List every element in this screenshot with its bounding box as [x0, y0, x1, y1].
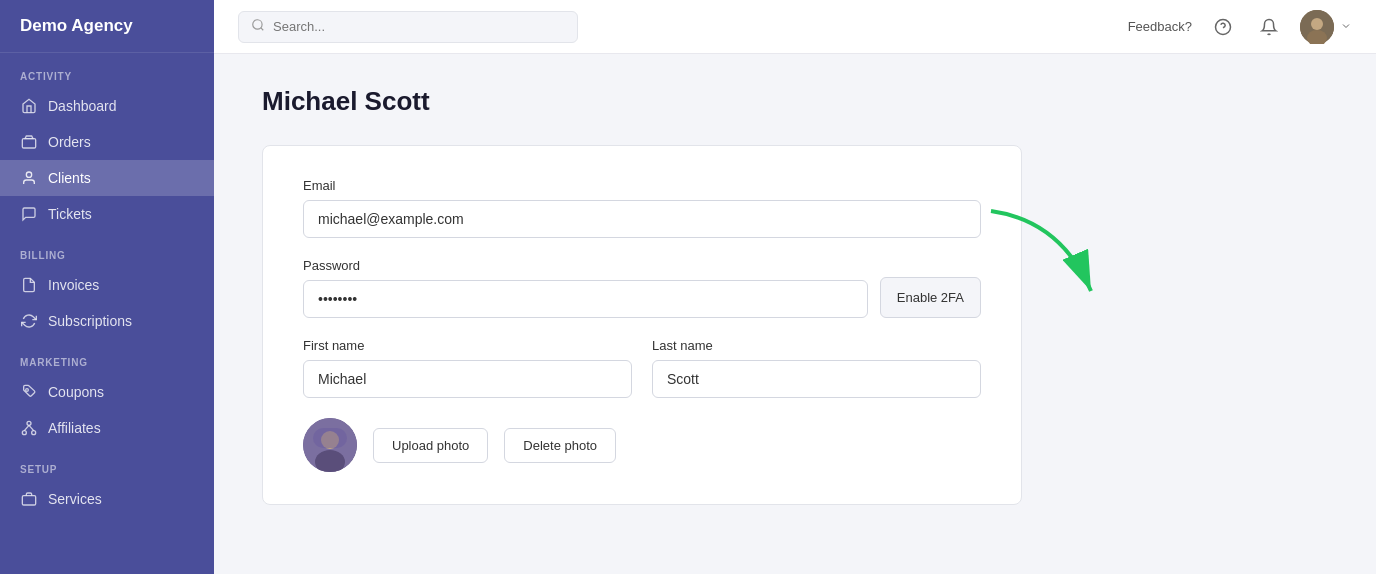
form-card: Email Password Enable 2FA First name Las…	[262, 145, 1022, 505]
sidebar-label-orders: Orders	[48, 134, 91, 150]
chat-icon	[20, 205, 38, 223]
svg-line-9	[261, 27, 264, 30]
email-group: Email	[303, 178, 981, 238]
section-marketing: MARKETING	[0, 339, 214, 374]
sidebar-item-tickets[interactable]: Tickets	[0, 196, 214, 232]
sidebar-label-clients: Clients	[48, 170, 91, 186]
first-name-field[interactable]	[303, 360, 632, 398]
search-icon	[251, 18, 265, 36]
profile-photo-avatar	[303, 418, 357, 472]
last-name-field[interactable]	[652, 360, 981, 398]
feedback-link[interactable]: Feedback?	[1128, 19, 1192, 34]
sidebar-item-services[interactable]: Services	[0, 481, 214, 517]
svg-point-2	[27, 421, 31, 425]
green-arrow-annotation	[981, 201, 1111, 321]
svg-point-1	[26, 389, 29, 392]
doc-icon	[20, 276, 38, 294]
brand-name: Demo Agency	[0, 0, 214, 53]
svg-point-4	[32, 431, 36, 435]
svg-rect-18	[313, 428, 347, 448]
topbar-right: Feedback?	[1128, 10, 1352, 44]
svg-rect-7	[22, 496, 35, 505]
page-title: Michael Scott	[262, 86, 1328, 117]
sidebar-label-coupons: Coupons	[48, 384, 104, 400]
user-avatar-menu[interactable]	[1300, 10, 1352, 44]
sidebar-label-subscriptions: Subscriptions	[48, 313, 132, 329]
svg-line-5	[24, 425, 29, 430]
photo-row: Upload photo Delete photo	[303, 418, 981, 472]
sidebar-label-tickets: Tickets	[48, 206, 92, 222]
password-group: Password	[303, 258, 868, 318]
delete-photo-button[interactable]: Delete photo	[504, 428, 616, 463]
last-name-group: Last name	[652, 338, 981, 398]
user-icon	[20, 169, 38, 187]
email-label: Email	[303, 178, 981, 193]
tag-icon	[20, 383, 38, 401]
main-area: Feedback? Mic	[214, 0, 1376, 574]
home-icon	[20, 97, 38, 115]
sidebar-item-subscriptions[interactable]: Subscriptions	[0, 303, 214, 339]
sidebar-label-services: Services	[48, 491, 102, 507]
briefcase-icon	[20, 490, 38, 508]
password-field[interactable]	[303, 280, 868, 318]
sidebar-item-invoices[interactable]: Invoices	[0, 267, 214, 303]
sidebar-item-orders[interactable]: Orders	[0, 124, 214, 160]
svg-point-8	[253, 19, 262, 28]
sidebar-label-invoices: Invoices	[48, 277, 99, 293]
avatar	[1300, 10, 1334, 44]
upload-photo-button[interactable]: Upload photo	[373, 428, 488, 463]
section-setup: SETUP	[0, 446, 214, 481]
affiliates-icon	[20, 419, 38, 437]
svg-point-13	[1311, 18, 1323, 30]
help-icon-button[interactable]	[1208, 12, 1238, 42]
password-label: Password	[303, 258, 868, 273]
email-field[interactable]	[303, 200, 981, 238]
password-row: Password Enable 2FA	[303, 258, 981, 318]
sidebar-label-affiliates: Affiliates	[48, 420, 101, 436]
search-wrap[interactable]	[238, 11, 578, 43]
section-billing: BILLING	[0, 232, 214, 267]
sidebar-item-coupons[interactable]: Coupons	[0, 374, 214, 410]
last-name-label: Last name	[652, 338, 981, 353]
orders-icon	[20, 133, 38, 151]
enable-2fa-button[interactable]: Enable 2FA	[880, 277, 981, 318]
first-name-label: First name	[303, 338, 632, 353]
sidebar-item-clients[interactable]: Clients	[0, 160, 214, 196]
svg-line-6	[29, 425, 34, 430]
sidebar-label-dashboard: Dashboard	[48, 98, 117, 114]
chevron-down-icon	[1340, 18, 1352, 36]
first-name-group: First name	[303, 338, 632, 398]
notifications-icon-button[interactable]	[1254, 12, 1284, 42]
search-input[interactable]	[273, 19, 565, 34]
refresh-icon	[20, 312, 38, 330]
sidebar-item-dashboard[interactable]: Dashboard	[0, 88, 214, 124]
svg-point-3	[22, 431, 26, 435]
page-content: Michael Scott Email Password Enable 2FA …	[214, 54, 1376, 574]
svg-point-0	[26, 172, 31, 177]
sidebar-item-affiliates[interactable]: Affiliates	[0, 410, 214, 446]
name-row: First name Last name	[303, 338, 981, 398]
sidebar: Demo Agency ACTIVITY Dashboard Orders Cl…	[0, 0, 214, 574]
topbar: Feedback?	[214, 0, 1376, 54]
section-activity: ACTIVITY	[0, 53, 214, 88]
